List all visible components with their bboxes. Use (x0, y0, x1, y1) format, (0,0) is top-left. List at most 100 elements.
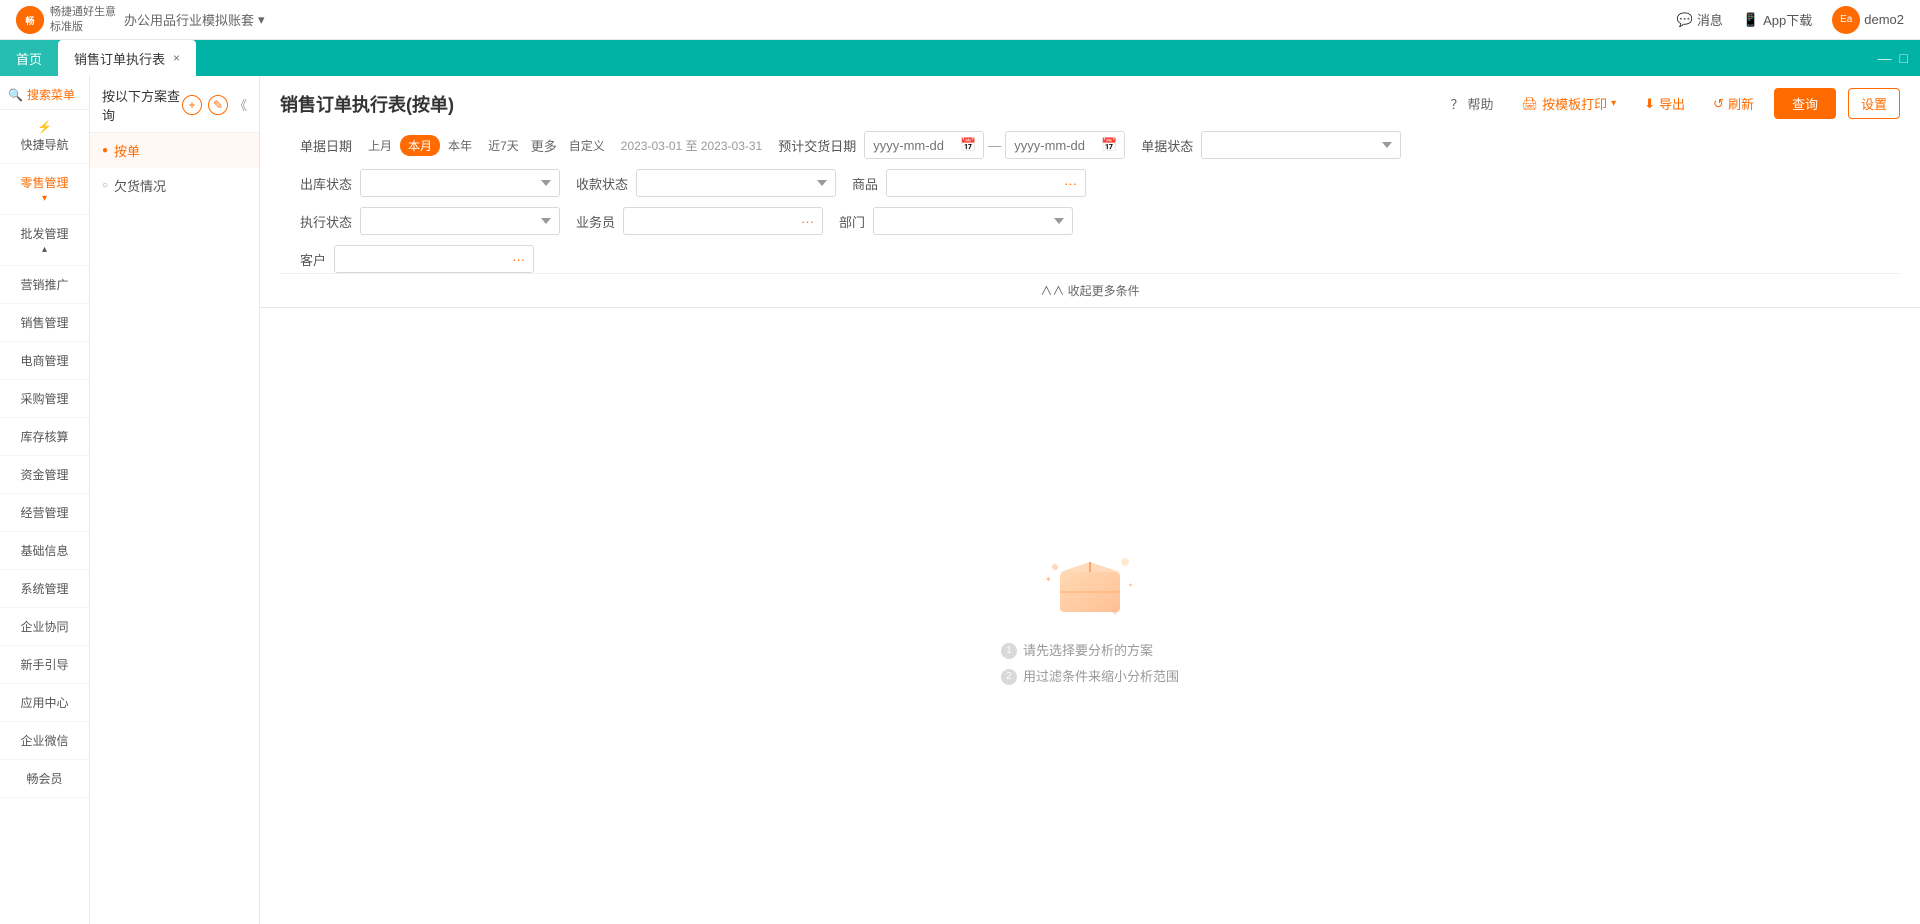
add-scheme-button[interactable]: + (182, 95, 202, 115)
expected-date-end-wrap: 📅 (1005, 131, 1125, 159)
scheme-item-欠货情况[interactable]: ○ 欠货情况 (90, 168, 259, 203)
sidebar-item-sales[interactable]: 销售管理 (0, 304, 89, 342)
filter-row-1: 单据日期 上月 本月 本年 近7天 更多 自定义 2023-03-01 至 20… (300, 131, 1880, 159)
page-header-top: 销售订单执行表(按单) ？ 帮助 🖨 按模板打印 ▾ ⬇ 导出 (280, 88, 1900, 119)
dept-filter-group: 部门 (839, 207, 1073, 235)
nav-tabs: 首页 销售订单执行表 × — □ (0, 40, 1920, 76)
calendar-icon-end: 📅 (1101, 137, 1117, 153)
tab-sales-order[interactable]: 销售订单执行表 × (58, 40, 196, 76)
sidebar-item-basic[interactable]: 基础信息 (0, 532, 89, 570)
tip-item-1: 1 请先选择要分析的方案 (1001, 638, 1179, 664)
date-7days-btn[interactable]: 近7天 (480, 135, 527, 156)
exec-status-select[interactable] (360, 207, 560, 235)
window-maximize-icon[interactable]: □ (1900, 50, 1908, 66)
print-label: 按模板打印 (1542, 94, 1607, 113)
expected-date-range: 📅 — 📅 (864, 131, 1125, 159)
sidebar-member-label: 畅会员 (26, 770, 62, 787)
sidebar-wholesale-arrow: ▴ (42, 244, 47, 255)
customer-filter-group: 客户 ··· (300, 245, 534, 273)
sidebar-item-enterprise[interactable]: 企业协同 (0, 608, 89, 646)
sidebar-item-system[interactable]: 系统管理 (0, 570, 89, 608)
search-icon: 🔍 (8, 88, 23, 102)
salesperson-label: 业务员 (576, 212, 615, 231)
sidebar: 🔍 搜索菜单 ⚡ 快捷导航 零售管理 ▾ 批发管理 ▴ 营销推广 销售管理 电商… (0, 76, 90, 924)
customer-selector[interactable]: ··· (334, 245, 534, 273)
logo-area: 畅 畅捷通好生意 标准版 (16, 5, 116, 34)
product-label: 商品 (852, 174, 878, 193)
tab-home[interactable]: 首页 (0, 40, 58, 76)
sidebar-purchase-label: 采购管理 (20, 390, 68, 407)
sidebar-enterprise-label: 企业协同 (20, 618, 68, 635)
sidebar-item-member[interactable]: 畅会员 (0, 760, 89, 798)
scheme-inactive-icon: ○ (102, 180, 108, 191)
dept-select[interactable] (873, 207, 1073, 235)
dept-label: 部门 (839, 212, 865, 231)
user-area[interactable]: Ea demo2 (1832, 6, 1904, 34)
payment-status-select[interactable] (636, 169, 836, 197)
breadcrumb[interactable]: 办公用品行业模拟账套 ▾ (124, 10, 265, 29)
sidebar-operations-label: 经营管理 (20, 504, 68, 521)
date-range-text: 2023-03-01 至 2023-03-31 (621, 137, 762, 154)
sidebar-item-marketing[interactable]: 营销推广 (0, 266, 89, 304)
settings-button[interactable]: 设置 (1848, 88, 1900, 119)
message-button[interactable]: 💬 消息 (1677, 10, 1723, 29)
sidebar-item-inventory[interactable]: 库存核算 (0, 418, 89, 456)
date-this-month-btn[interactable]: 本月 (400, 135, 440, 156)
sidebar-item-wholesale[interactable]: 批发管理 ▴ (0, 215, 89, 266)
sidebar-item-ecommerce[interactable]: 电商管理 (0, 342, 89, 380)
salesperson-selector[interactable]: ··· (623, 207, 823, 235)
print-button[interactable]: 🖨 按模板打印 ▾ (1514, 90, 1625, 117)
refresh-button[interactable]: ↺ 刷新 (1705, 90, 1762, 117)
doc-status-filter-group: 单据状态 (1141, 131, 1401, 159)
page-header-actions: ？ 帮助 🖨 按模板打印 ▾ ⬇ 导出 ↺ 刷新 (1443, 88, 1900, 119)
salesperson-filter-group: 业务员 ··· (576, 207, 823, 235)
stock-status-select[interactable] (360, 169, 560, 197)
collapse-panel-button[interactable]: 《 (234, 95, 247, 115)
date-more-btn[interactable]: 更多 (527, 134, 561, 157)
sidebar-quick-nav[interactable]: ⚡ 快捷导航 (0, 110, 89, 164)
sidebar-item-retail[interactable]: 零售管理 ▾ (0, 164, 89, 215)
logo-text: 畅捷通好生意 标准版 (50, 5, 116, 34)
expected-date-label: 预计交货日期 (778, 136, 856, 155)
query-button[interactable]: 查询 (1774, 88, 1836, 119)
filter-row-3: 执行状态 业务员 ··· 部门 (300, 207, 1880, 235)
sidebar-item-purchase[interactable]: 采购管理 (0, 380, 89, 418)
calendar-icon-start: 📅 (960, 137, 976, 153)
sidebar-item-appstore[interactable]: 应用中心 (0, 684, 89, 722)
sidebar-item-newuser[interactable]: 新手引导 (0, 646, 89, 684)
tip-text-1: 请先选择要分析的方案 (1023, 638, 1153, 664)
sidebar-wholesale-label: 批发管理 (20, 225, 68, 242)
sidebar-item-finance[interactable]: 资金管理 (0, 456, 89, 494)
sidebar-wechat-label: 企业微信 (20, 732, 68, 749)
date-prev-month-btn[interactable]: 上月 (360, 135, 400, 156)
message-label: 消息 (1697, 10, 1723, 29)
quick-nav-icon: ⚡ (37, 120, 52, 134)
scheme-item-按单[interactable]: ● 按单 (90, 133, 259, 168)
edit-scheme-button[interactable]: ✎ (208, 95, 228, 115)
date-custom-btn[interactable]: 自定义 (561, 135, 613, 156)
doc-status-label: 单据状态 (1141, 136, 1193, 155)
sidebar-ecommerce-label: 电商管理 (20, 352, 68, 369)
date-this-year-btn[interactable]: 本年 (440, 135, 480, 156)
customer-ellipsis: ··· (512, 252, 525, 267)
app-download-button[interactable]: 📱 App下载 (1743, 10, 1812, 29)
svg-text:✦: ✦ (1045, 575, 1052, 584)
content-body: ✦ ✦ 1 请先选择要分析的方案 2 用过滤条件来缩小分析范围 (260, 308, 1920, 924)
sidebar-item-wechat[interactable]: 企业微信 (0, 722, 89, 760)
product-selector[interactable]: ··· (886, 169, 1086, 197)
window-minimize-icon[interactable]: — (1878, 50, 1892, 66)
app-download-label: App下载 (1763, 10, 1812, 29)
help-button[interactable]: ？ 帮助 (1443, 90, 1502, 117)
sidebar-appstore-label: 应用中心 (20, 694, 68, 711)
export-button[interactable]: ⬇ 导出 (1636, 90, 1693, 117)
sidebar-item-operations[interactable]: 经营管理 (0, 494, 89, 532)
collapse-more-button[interactable]: ∧∧ 收起更多条件 (280, 273, 1900, 307)
content-area: 销售订单执行表(按单) ？ 帮助 🖨 按模板打印 ▾ ⬇ 导出 (260, 76, 1920, 924)
help-icon: ？ (1451, 94, 1464, 113)
scheme-active-icon: ● (102, 145, 108, 156)
tab-close-icon[interactable]: × (173, 51, 180, 65)
doc-status-select[interactable] (1201, 131, 1401, 159)
tip-num-2: 2 (1001, 669, 1017, 685)
sidebar-search[interactable]: 🔍 搜索菜单 (0, 76, 89, 110)
sidebar-retail-label: 零售管理 (20, 174, 68, 191)
